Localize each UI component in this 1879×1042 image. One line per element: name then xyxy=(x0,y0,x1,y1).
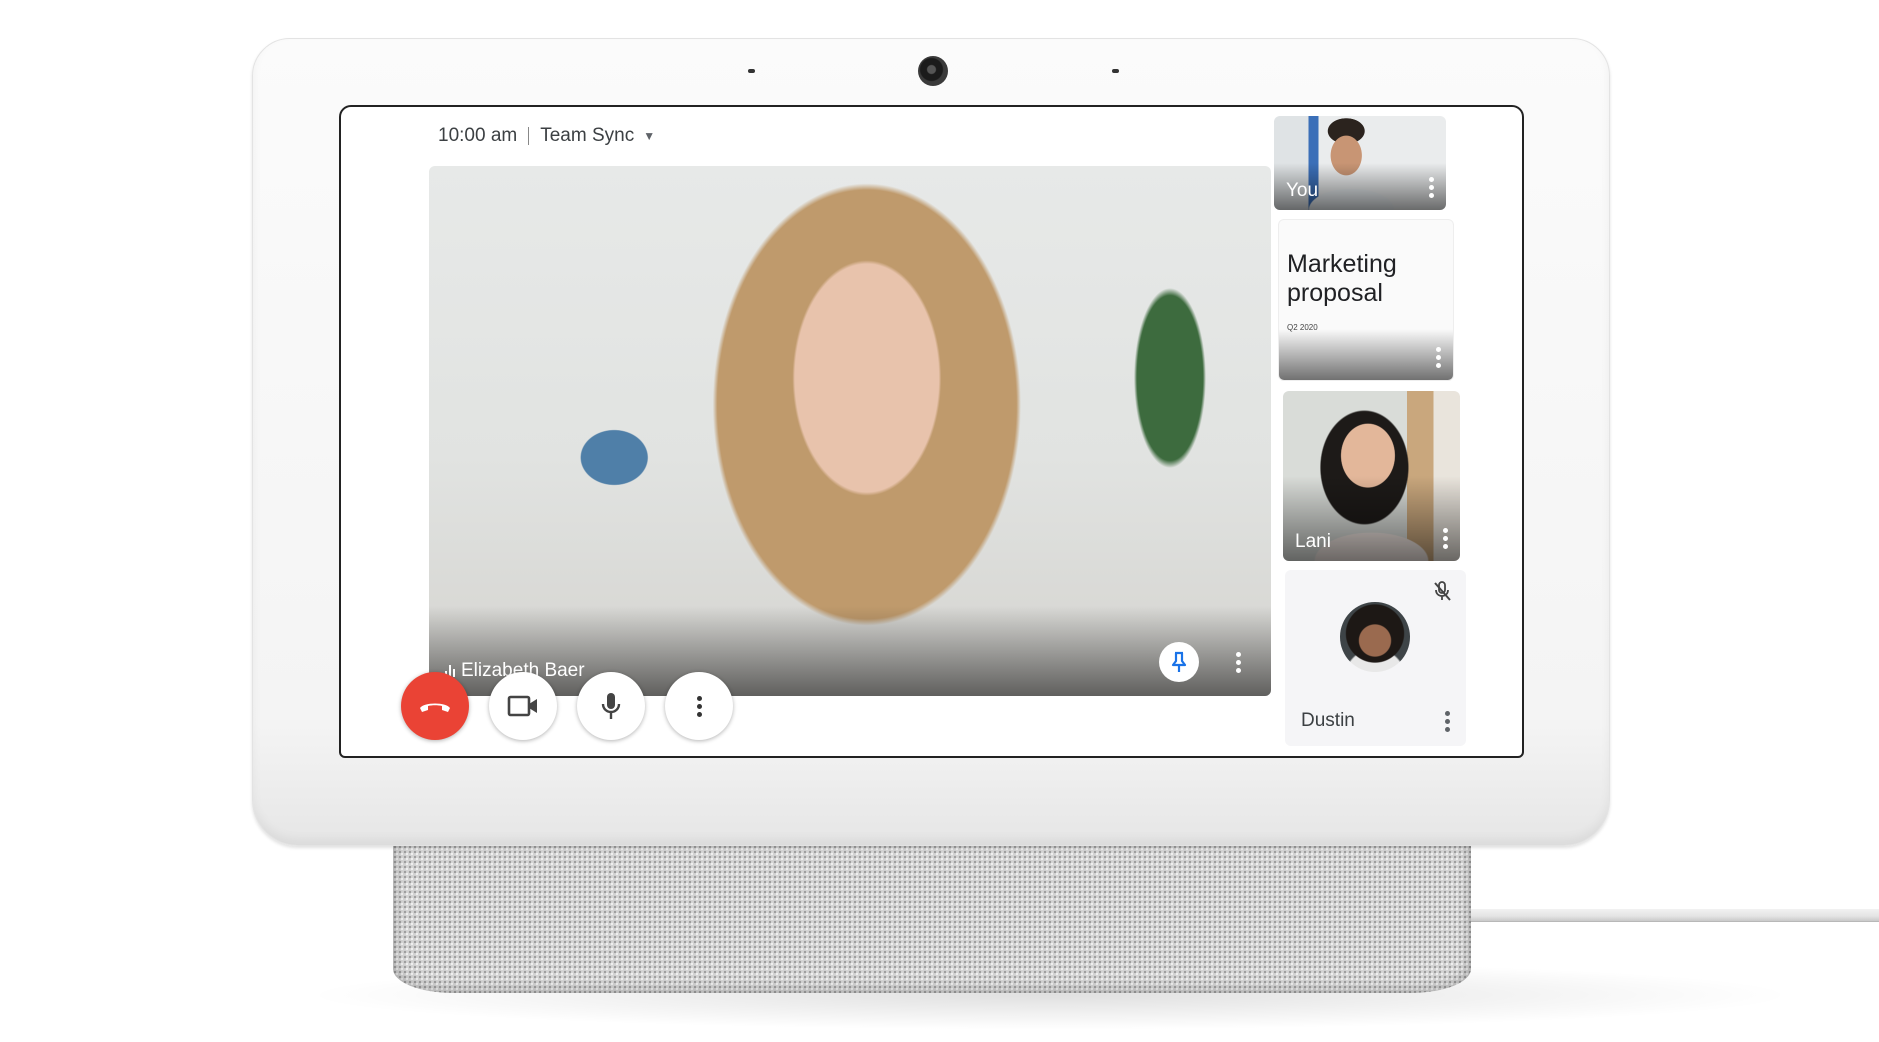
microphone-hole xyxy=(1112,69,1119,73)
meeting-time: 10:00 am xyxy=(438,125,518,146)
pin-icon xyxy=(1171,651,1187,672)
more-options-button[interactable] xyxy=(665,672,733,740)
tile-more-icon[interactable] xyxy=(1429,177,1434,198)
participant-name: Lani xyxy=(1295,531,1331,552)
front-camera xyxy=(918,56,948,86)
presentation-title-line1: Marketing xyxy=(1287,250,1397,278)
participant-avatar xyxy=(1340,602,1410,672)
tile-more-icon[interactable] xyxy=(1443,528,1448,549)
screen: 10:00 am Team Sync ▼ Elizabeth Baer You … xyxy=(339,105,1524,758)
meeting-title[interactable]: Team Sync xyxy=(540,125,634,147)
participant-tile-you[interactable]: You xyxy=(1274,116,1446,210)
mic-off-icon xyxy=(1434,581,1451,601)
hang-up-icon xyxy=(420,703,450,712)
video-camera-icon xyxy=(507,695,537,717)
dropdown-caret-icon[interactable]: ▼ xyxy=(643,129,655,143)
more-vert-icon xyxy=(696,695,702,717)
presentation-title-line2: proposal xyxy=(1287,279,1383,307)
presentation-title: Marketing proposal xyxy=(1287,250,1397,308)
main-video-more-icon[interactable] xyxy=(1236,652,1241,673)
header-divider xyxy=(528,127,530,145)
meeting-header[interactable]: 10:00 am Team Sync ▼ xyxy=(438,125,655,147)
speaker-base xyxy=(393,830,1471,993)
main-video-feed[interactable]: Elizabeth Baer xyxy=(429,166,1271,696)
microphone-toggle-button[interactable] xyxy=(577,672,645,740)
camera-toggle-button[interactable] xyxy=(489,672,557,740)
call-controls xyxy=(401,672,733,740)
participant-name: You xyxy=(1286,180,1319,201)
tile-gradient xyxy=(1279,328,1453,380)
tile-more-icon[interactable] xyxy=(1436,347,1441,368)
participant-tile-dustin[interactable]: Dustin xyxy=(1285,570,1466,746)
end-call-button[interactable] xyxy=(401,672,469,740)
participant-tile-presentation[interactable]: Marketing proposal Q2 2020 xyxy=(1278,219,1454,381)
pin-button[interactable] xyxy=(1159,642,1199,682)
microphone-icon xyxy=(601,693,621,719)
tile-more-icon[interactable] xyxy=(1445,711,1450,732)
light-sensor xyxy=(748,69,755,73)
participant-tile-lani[interactable]: Lani xyxy=(1283,391,1460,561)
power-cable xyxy=(1460,909,1879,922)
participant-name: Dustin xyxy=(1301,710,1355,731)
